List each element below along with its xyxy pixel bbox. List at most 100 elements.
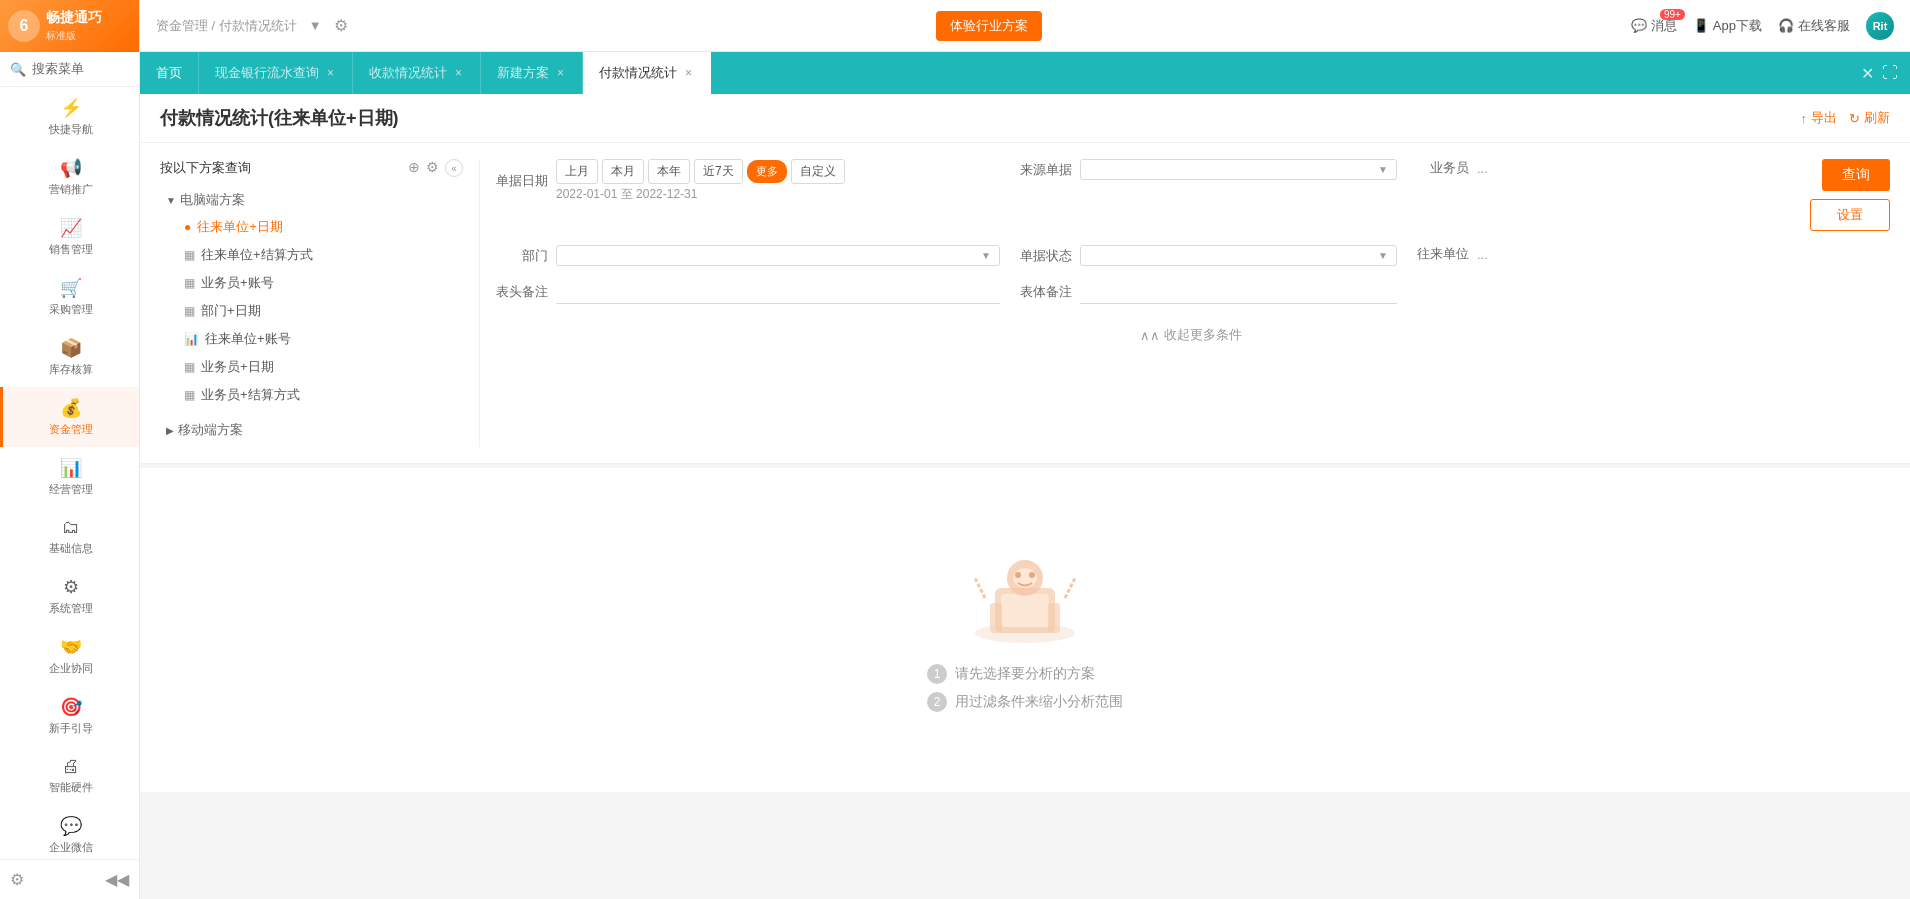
basic-icon: 🗂 bbox=[62, 517, 80, 538]
tab-bank-flow[interactable]: 现金银行流水查询 × bbox=[199, 52, 353, 94]
header-note-input[interactable] bbox=[556, 280, 1000, 304]
partner-field: 往来单位 ... bbox=[1413, 245, 1794, 263]
user-avatar[interactable]: Rit bbox=[1866, 12, 1894, 40]
sidebar-item-operation[interactable]: 📊 经营管理 bbox=[0, 447, 139, 507]
search-icon: 🔍 bbox=[10, 62, 26, 77]
tab-payment-stats-close[interactable]: × bbox=[683, 64, 694, 82]
export-icon: ↑ bbox=[1801, 111, 1808, 126]
hardware-label: 智能硬件 bbox=[49, 780, 93, 795]
pc-scheme-items: ● 往来单位+日期 ▦ 往来单位+结算方式 ▦ 业务员+账号 bbox=[160, 213, 463, 409]
source-doc-select[interactable]: ▼ bbox=[1080, 159, 1397, 180]
tab-receipt-stats-label: 收款情况统计 bbox=[369, 64, 447, 82]
wechat-icon: 💬 bbox=[60, 815, 82, 837]
search-menu-label: 搜索菜单 bbox=[32, 60, 84, 78]
export-btn[interactable]: ↑ 导出 bbox=[1801, 109, 1838, 127]
app-name: 畅捷通巧 bbox=[46, 9, 102, 27]
app-download-btn[interactable]: 📱 App下载 bbox=[1693, 17, 1762, 35]
trial-btn[interactable]: 体验行业方案 bbox=[936, 11, 1042, 41]
enterprise-label: 企业协同 bbox=[49, 661, 93, 676]
scheme-salesman-account-icon: ▦ bbox=[184, 276, 195, 290]
search-menu[interactable]: 🔍 搜索菜单 bbox=[0, 52, 139, 87]
guide-label: 新手引导 bbox=[49, 721, 93, 736]
refresh-btn[interactable]: ↻ 刷新 bbox=[1849, 109, 1890, 127]
sidebar-item-wechat[interactable]: 💬 企业微信 bbox=[0, 805, 139, 859]
settings-footer-btn[interactable]: ⚙ bbox=[10, 870, 24, 889]
collapse-panel-btn[interactable]: « bbox=[445, 159, 463, 177]
sidebar-item-finance[interactable]: 💰 资金管理 bbox=[0, 387, 139, 447]
date-btn-last-month[interactable]: 上月 bbox=[556, 159, 598, 184]
scheme-dept-date[interactable]: ▦ 部门+日期 bbox=[176, 297, 463, 325]
sidebar-item-purchase[interactable]: 🛒 采购管理 bbox=[0, 267, 139, 327]
date-btn-7days[interactable]: 近7天 bbox=[694, 159, 743, 184]
sidebar-item-sales[interactable]: 📈 销售管理 bbox=[0, 207, 139, 267]
sidebar-item-hardware[interactable]: 🖨 智能硬件 bbox=[0, 746, 139, 805]
tab-bank-flow-close[interactable]: × bbox=[325, 64, 336, 82]
scheme-salesman-date[interactable]: ▦ 业务员+日期 bbox=[176, 353, 463, 381]
tab-home[interactable]: 首页 bbox=[140, 52, 199, 94]
basic-label: 基础信息 bbox=[49, 541, 93, 556]
main-content: 资金管理 / 付款情况统计 ▼ ⚙ 体验行业方案 💬 消息 99+ 📱 App下… bbox=[140, 0, 1910, 899]
svg-rect-8 bbox=[1048, 603, 1060, 633]
source-doc-arrow: ▼ bbox=[1378, 164, 1388, 175]
topbar-settings-btn[interactable]: ⚙ bbox=[334, 16, 348, 35]
sidebar-item-system[interactable]: ⚙ 系统管理 bbox=[0, 566, 139, 626]
partner-label: 往来单位 bbox=[1413, 245, 1469, 263]
message-btn[interactable]: 💬 消息 99+ bbox=[1631, 17, 1677, 35]
date-btn-more[interactable]: 更多 bbox=[747, 160, 787, 183]
mobile-scheme-category: ▶ 移动端方案 bbox=[160, 417, 463, 443]
app-download-label: App下载 bbox=[1713, 17, 1762, 35]
download-icon: 📱 bbox=[1693, 18, 1709, 33]
scheme-partner-account[interactable]: 📊 往来单位+账号 bbox=[176, 325, 463, 353]
svg-rect-2 bbox=[1001, 594, 1049, 627]
query-btn[interactable]: 查询 bbox=[1822, 159, 1890, 191]
date-field: 单据日期 上月 本月 本年 近7天 更多 自定义 2022-01-01 至 20… bbox=[492, 159, 1000, 203]
tab-payment-stats[interactable]: 付款情况统计 × bbox=[583, 52, 711, 94]
header-actions: ↑ 导出 ↻ 刷新 bbox=[1801, 109, 1891, 127]
body-note-field: 表体备注 bbox=[1016, 280, 1397, 304]
inventory-icon: 📦 bbox=[60, 337, 82, 359]
filter-settings-btn[interactable]: 设置 bbox=[1810, 199, 1890, 231]
tab-new-scheme[interactable]: 新建方案 × bbox=[481, 52, 583, 94]
tab-close-all-btn[interactable]: ✕ bbox=[1861, 64, 1874, 83]
svg-point-6 bbox=[1029, 572, 1035, 578]
scheme-salesman-settle[interactable]: ▦ 业务员+结算方式 bbox=[176, 381, 463, 409]
tab-new-scheme-close[interactable]: × bbox=[555, 64, 566, 82]
sidebar-item-guide[interactable]: 🎯 新手引导 bbox=[0, 686, 139, 746]
pc-category-header[interactable]: ▼ 电脑端方案 bbox=[160, 187, 463, 213]
doc-status-select[interactable]: ▼ bbox=[1080, 245, 1397, 266]
date-btn-this-month[interactable]: 本月 bbox=[602, 159, 644, 184]
tabs: 首页 现金银行流水查询 × 收款情况统计 × 新建方案 × 付款情况统计 × ✕… bbox=[140, 52, 1910, 94]
date-btn-this-year[interactable]: 本年 bbox=[648, 159, 690, 184]
sidebar-item-enterprise[interactable]: 🤝 企业协同 bbox=[0, 626, 139, 686]
header-note-control[interactable] bbox=[556, 280, 1000, 304]
tab-receipt-stats-close[interactable]: × bbox=[453, 64, 464, 82]
dept-control[interactable]: ▼ bbox=[556, 245, 1000, 266]
date-btn-custom[interactable]: 自定义 bbox=[791, 159, 845, 184]
add-scheme-btn[interactable]: ⊕ bbox=[408, 159, 420, 177]
source-doc-control[interactable]: ▼ bbox=[1080, 159, 1397, 180]
content-header: 付款情况统计(往来单位+日期) ↑ 导出 ↻ 刷新 bbox=[140, 94, 1910, 143]
body-note-input[interactable] bbox=[1080, 280, 1397, 304]
scheme-dept-date-icon: ▦ bbox=[184, 304, 195, 318]
sidebar-item-inventory[interactable]: 📦 库存核算 bbox=[0, 327, 139, 387]
collapse-sidebar-btn[interactable]: ◀◀ bbox=[105, 870, 129, 889]
collapse-conditions-btn[interactable]: ∧∧ 收起更多条件 bbox=[492, 318, 1890, 352]
scheme-salesman-account[interactable]: ▦ 业务员+账号 bbox=[176, 269, 463, 297]
hardware-icon: 🖨 bbox=[62, 756, 80, 777]
doc-status-control[interactable]: ▼ bbox=[1080, 245, 1397, 266]
sidebar-item-marketing[interactable]: 📢 营销推广 bbox=[0, 147, 139, 207]
scheme-partner-settle[interactable]: ▦ 往来单位+结算方式 bbox=[176, 241, 463, 269]
sidebar-item-basic[interactable]: 🗂 基础信息 bbox=[0, 507, 139, 566]
scheme-settings-btn[interactable]: ⚙ bbox=[426, 159, 439, 177]
scheme-partner-date[interactable]: ● 往来单位+日期 bbox=[176, 213, 463, 241]
dept-select[interactable]: ▼ bbox=[556, 245, 1000, 266]
tab-fullscreen-btn[interactable]: ⛶ bbox=[1882, 64, 1898, 82]
mobile-category-header[interactable]: ▶ 移动端方案 bbox=[160, 417, 463, 443]
body-note-control[interactable] bbox=[1080, 280, 1397, 304]
breadcrumb: 资金管理 / 付款情况统计 bbox=[156, 17, 297, 35]
sidebar-item-quick-nav[interactable]: ⚡ 快捷导航 bbox=[0, 87, 139, 147]
online-service-btn[interactable]: 🎧 在线客服 bbox=[1778, 17, 1850, 35]
tip-text-2: 用过滤条件来缩小分析范围 bbox=[955, 693, 1123, 711]
tip-text-1: 请先选择要分析的方案 bbox=[955, 665, 1095, 683]
tab-receipt-stats[interactable]: 收款情况统计 × bbox=[353, 52, 481, 94]
